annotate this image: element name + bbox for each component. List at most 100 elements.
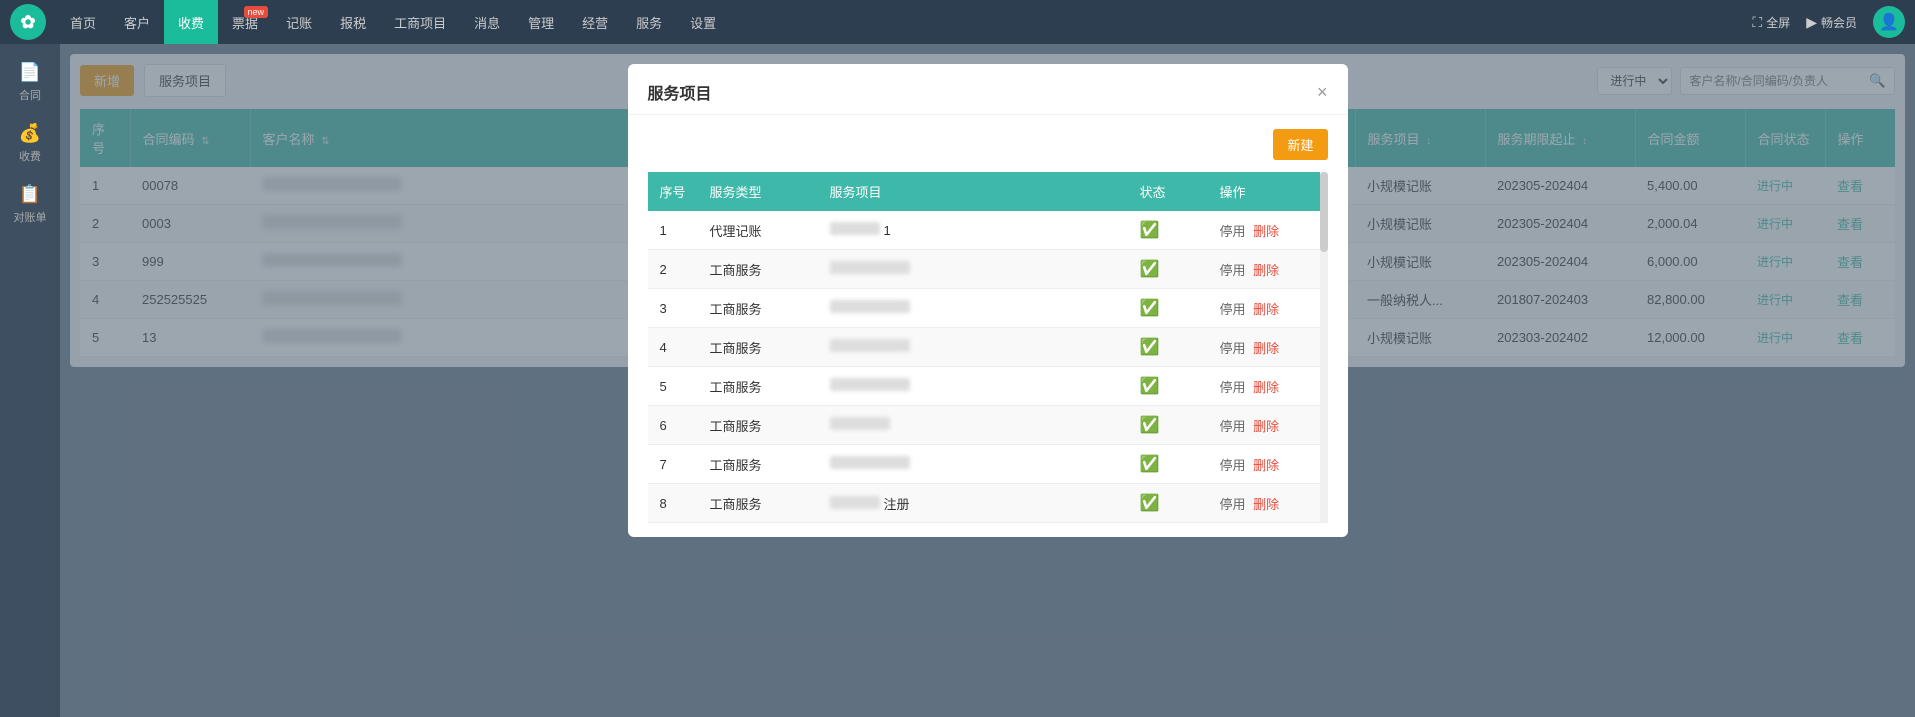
modal-col-action: 操作 xyxy=(1208,172,1328,211)
fee-icon: 💰 xyxy=(19,123,41,144)
app-logo: ✿ xyxy=(10,4,46,40)
modal-cell-type: 工商服务 xyxy=(698,250,818,289)
nav-industrial[interactable]: 工商项目 xyxy=(380,0,460,44)
modal-cell-item xyxy=(818,289,1128,328)
modal-cell-item xyxy=(818,406,1128,445)
delete-link[interactable]: 删除 xyxy=(1253,341,1279,356)
sidebar-label-statement: 对账单 xyxy=(14,209,47,225)
nav-home[interactable]: 首页 xyxy=(56,0,110,44)
delete-link[interactable]: 删除 xyxy=(1253,419,1279,434)
nav-tax[interactable]: 报税 xyxy=(326,0,380,44)
stop-link[interactable]: 停用 xyxy=(1220,341,1246,356)
modal-cell-action[interactable]: 停用 删除 xyxy=(1208,367,1328,406)
modal-cell-item: 注册 xyxy=(818,484,1128,523)
stop-link[interactable]: 停用 xyxy=(1220,497,1246,512)
modal-cell-type: 工商服务 xyxy=(698,484,818,523)
fullscreen-icon: ⛶ xyxy=(1752,14,1762,31)
delete-link[interactable]: 删除 xyxy=(1253,302,1279,317)
contract-icon: 📄 xyxy=(19,62,41,83)
nav-right-section: ⛶ 全屏 ▶ 畅会员 👤 xyxy=(1752,6,1905,38)
modal-toolbar: 新建 xyxy=(648,129,1328,160)
modal-cell-status: ✅ xyxy=(1128,484,1208,523)
nav-service[interactable]: 服务 xyxy=(622,0,676,44)
modal-cell-item xyxy=(818,445,1128,484)
sidebar-item-fee[interactable]: 💰 收费 xyxy=(3,115,57,172)
modal-cell-status: ✅ xyxy=(1128,289,1208,328)
scrollbar-thumb[interactable] xyxy=(1320,172,1328,252)
modal-table-row: 5 工商服务 ✅ 停用 删除 xyxy=(648,367,1328,406)
modal-col-status: 状态 xyxy=(1128,172,1208,211)
modal-cell-action[interactable]: 停用 删除 xyxy=(1208,289,1328,328)
modal-cell-seq: 7 xyxy=(648,445,698,484)
modal-cell-item xyxy=(818,250,1128,289)
delete-link[interactable]: 删除 xyxy=(1253,380,1279,395)
modal-close-button[interactable]: × xyxy=(1317,83,1328,101)
delete-link[interactable]: 删除 xyxy=(1253,458,1279,473)
modal-table-row: 8 工商服务 注册 ✅ 停用 删除 xyxy=(648,484,1328,523)
stop-link[interactable]: 停用 xyxy=(1220,419,1246,434)
modal-cell-status: ✅ xyxy=(1128,250,1208,289)
modal-cell-status: ✅ xyxy=(1128,445,1208,484)
modal-cell-status: ✅ xyxy=(1128,211,1208,250)
statement-icon: 📋 xyxy=(19,184,41,205)
modal-body: 新建 序号 服务类型 服务项目 状态 操作 xyxy=(628,115,1348,537)
left-sidebar: 📄 合同 💰 收费 📋 对账单 xyxy=(0,44,60,717)
nav-bookkeeping[interactable]: 记账 xyxy=(272,0,326,44)
stop-link[interactable]: 停用 xyxy=(1220,380,1246,395)
stop-link[interactable]: 停用 xyxy=(1220,263,1246,278)
modal-cell-action[interactable]: 停用 删除 xyxy=(1208,250,1328,289)
nav-invoice[interactable]: 票据 new xyxy=(218,0,272,44)
nav-settings[interactable]: 设置 xyxy=(676,0,730,44)
modal-table-row: 7 工商服务 ✅ 停用 删除 xyxy=(648,445,1328,484)
modal-col-type: 服务类型 xyxy=(698,172,818,211)
modal-cell-status: ✅ xyxy=(1128,406,1208,445)
stop-link[interactable]: 停用 xyxy=(1220,458,1246,473)
sidebar-label-contract: 合同 xyxy=(19,87,41,103)
modal-cell-seq: 6 xyxy=(648,406,698,445)
modal-new-button[interactable]: 新建 xyxy=(1273,129,1327,160)
modal-cell-action[interactable]: 停用 删除 xyxy=(1208,445,1328,484)
stop-link[interactable]: 停用 xyxy=(1220,224,1246,239)
modal-cell-seq: 4 xyxy=(648,328,698,367)
scrollbar-track[interactable] xyxy=(1320,172,1328,523)
modal-table-row: 2 工商服务 ✅ 停用 删除 xyxy=(648,250,1328,289)
modal-cell-seq: 8 xyxy=(648,484,698,523)
content-area: 新增 服务项目 进行中 🔍 序号 合同编码 ⇅ xyxy=(60,44,1915,717)
modal-cell-action[interactable]: 停用 删除 xyxy=(1208,211,1328,250)
modal-cell-action[interactable]: 停用 删除 xyxy=(1208,406,1328,445)
modal-title: 服务项目 xyxy=(648,80,712,104)
nav-customer[interactable]: 客户 xyxy=(110,0,164,44)
delete-link[interactable]: 删除 xyxy=(1253,224,1279,239)
modal-cell-type: 工商服务 xyxy=(698,406,818,445)
nav-operation[interactable]: 经营 xyxy=(568,0,622,44)
modal-cell-seq: 5 xyxy=(648,367,698,406)
modal-table-header: 序号 服务类型 服务项目 状态 操作 xyxy=(648,172,1328,211)
service-items-table: 序号 服务类型 服务项目 状态 操作 1 代理记账 1 ✅ 停用 xyxy=(648,172,1328,523)
sidebar-label-fee: 收费 xyxy=(19,148,41,164)
video-icon: ▶ xyxy=(1806,14,1817,31)
top-navigation: ✿ 首页 客户 收费 票据 new 记账 报税 工商项目 消息 管理 经营 服务… xyxy=(0,0,1915,44)
nav-management[interactable]: 管理 xyxy=(514,0,568,44)
fullscreen-btn[interactable]: ⛶ 全屏 xyxy=(1752,14,1790,31)
delete-link[interactable]: 删除 xyxy=(1253,497,1279,512)
modal-header: 服务项目 × xyxy=(628,64,1348,115)
nav-fee[interactable]: 收费 xyxy=(164,0,218,44)
modal-cell-type: 工商服务 xyxy=(698,289,818,328)
delete-link[interactable]: 删除 xyxy=(1253,263,1279,278)
sidebar-item-statement[interactable]: 📋 对账单 xyxy=(3,176,57,233)
member-btn[interactable]: ▶ 畅会员 xyxy=(1806,14,1857,31)
modal-cell-action[interactable]: 停用 删除 xyxy=(1208,328,1328,367)
modal-cell-type: 工商服务 xyxy=(698,328,818,367)
modal-cell-seq: 1 xyxy=(648,211,698,250)
modal-col-seq: 序号 xyxy=(648,172,698,211)
service-items-modal: 服务项目 × 新建 序号 服务类型 服务项目 xyxy=(628,64,1348,537)
new-badge: new xyxy=(244,6,269,18)
modal-backdrop: 服务项目 × 新建 序号 服务类型 服务项目 xyxy=(60,44,1915,717)
modal-cell-type: 工商服务 xyxy=(698,367,818,406)
stop-link[interactable]: 停用 xyxy=(1220,302,1246,317)
sidebar-item-contract[interactable]: 📄 合同 xyxy=(3,54,57,111)
modal-cell-action[interactable]: 停用 删除 xyxy=(1208,484,1328,523)
modal-cell-type: 代理记账 xyxy=(698,211,818,250)
user-avatar[interactable]: 👤 xyxy=(1873,6,1905,38)
nav-message[interactable]: 消息 xyxy=(460,0,514,44)
